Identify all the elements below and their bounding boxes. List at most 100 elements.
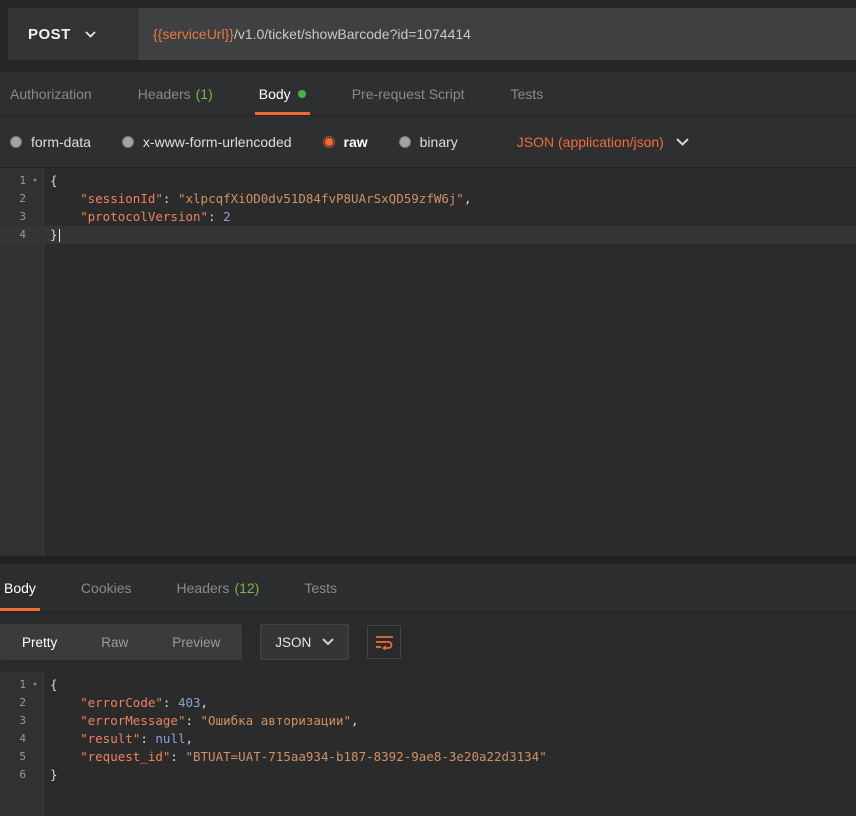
view-preview-button[interactable]: Preview bbox=[150, 624, 242, 660]
radio-icon bbox=[398, 135, 411, 148]
seg-label: Pretty bbox=[22, 634, 58, 650]
tab-label: Body bbox=[4, 579, 36, 596]
radio-icon bbox=[10, 135, 22, 148]
content-type-label: JSON (application/json) bbox=[516, 133, 664, 150]
radio-raw[interactable]: raw bbox=[322, 134, 368, 150]
code-text: "result": null, bbox=[80, 731, 194, 746]
tab-tests[interactable]: Tests bbox=[511, 72, 544, 115]
line-number: 4 bbox=[19, 732, 26, 745]
response-body-editor[interactable]: 1 ▾ {2 "errorCode": 403, 3 "errorMessage": … bbox=[0, 672, 856, 816]
code-line: 6} bbox=[0, 766, 856, 784]
radio-label: binary bbox=[419, 133, 458, 150]
radio-binary[interactable]: binary bbox=[398, 133, 458, 150]
view-pretty-button[interactable]: Pretty bbox=[0, 624, 79, 660]
postman-window: POST {{serviceUrl}}/v1.0/ticket/showBarc… bbox=[0, 0, 856, 816]
url-variable: {{serviceUrl}} bbox=[153, 26, 234, 42]
response-tab-cookies[interactable]: Cookies bbox=[81, 564, 132, 611]
headers-count-badge: (12) bbox=[234, 579, 260, 596]
code-text: "request_id": "BTUAT=UAT-715aa934-b187-8… bbox=[80, 749, 547, 764]
top-strip bbox=[0, 0, 856, 8]
code-line: 2 "errorCode": 403, bbox=[0, 694, 856, 712]
tab-label: Tests bbox=[304, 579, 338, 596]
radio-selected-icon bbox=[322, 135, 335, 148]
headers-count-badge: (1) bbox=[195, 85, 213, 102]
content-type-dropdown[interactable]: JSON (application/json) bbox=[517, 134, 689, 150]
tab-label: Authorization bbox=[10, 85, 92, 102]
line-number: 2 bbox=[19, 192, 26, 205]
url-path: /v1.0/ticket/showBarcode?id=1074414 bbox=[233, 26, 471, 42]
chevron-down-icon bbox=[676, 137, 689, 146]
response-toolbar: Pretty Raw Preview JSON bbox=[0, 612, 856, 672]
text-cursor bbox=[58, 229, 60, 242]
code-line: 1 ▾ { bbox=[0, 676, 856, 694]
tab-label: Tests bbox=[510, 85, 544, 102]
response-tabs: Body Cookies Headers (12) Tests bbox=[0, 564, 856, 612]
radio-icon bbox=[121, 135, 134, 148]
code-line: 3 "protocolVersion": 2 bbox=[0, 208, 856, 226]
seg-label: Preview bbox=[172, 634, 221, 650]
code-text: { bbox=[50, 173, 58, 188]
code-text: "protocolVersion": 2 bbox=[80, 209, 231, 224]
tab-label: Pre-request Script bbox=[351, 85, 465, 102]
fold-arrow-icon[interactable]: ▾ bbox=[26, 172, 44, 190]
body-type-bar: form-data x-www-form-urlencoded raw bina… bbox=[0, 116, 856, 168]
code-text: "errorCode": 403, bbox=[80, 695, 209, 710]
tab-label: Headers bbox=[176, 579, 230, 596]
line-number: 2 bbox=[19, 696, 26, 709]
line-number: 3 bbox=[19, 714, 26, 727]
response-tab-tests[interactable]: Tests bbox=[304, 564, 337, 611]
code-text: } bbox=[50, 227, 60, 242]
code-text: "sessionId": "xlpcqfXiOD0dv51D84fvP8UArS… bbox=[80, 191, 472, 206]
code-text: "errorMessage": "Ошибка авторизации", bbox=[80, 713, 359, 728]
line-number: 1 bbox=[19, 678, 26, 691]
code-text: { bbox=[50, 677, 58, 692]
line-number: 1 bbox=[19, 174, 26, 187]
tab-body[interactable]: Body bbox=[254, 72, 310, 115]
response-tab-headers[interactable]: Headers (12) bbox=[177, 564, 260, 611]
view-mode-switch: Pretty Raw Preview bbox=[0, 624, 243, 660]
seg-label: Raw bbox=[101, 634, 129, 650]
tab-authorization[interactable]: Authorization bbox=[10, 72, 92, 115]
url-input[interactable]: {{serviceUrl}}/v1.0/ticket/showBarcode?i… bbox=[138, 8, 856, 60]
line-number: 6 bbox=[19, 768, 26, 781]
code-line: 4} bbox=[0, 226, 856, 244]
chevron-down-icon bbox=[322, 638, 335, 646]
method-label: POST bbox=[28, 25, 71, 43]
request-url-bar: POST {{serviceUrl}}/v1.0/ticket/showBarc… bbox=[8, 8, 856, 60]
tab-label: Cookies bbox=[80, 579, 132, 596]
section-divider bbox=[0, 556, 856, 564]
line-number: 3 bbox=[19, 210, 26, 223]
request-tabs: Authorization Headers (1) Body Pre-reque… bbox=[0, 72, 856, 116]
response-tab-body[interactable]: Body bbox=[0, 564, 40, 611]
code-text: } bbox=[50, 767, 58, 782]
request-body-editor[interactable]: 1 ▾ {2 "sessionId": "xlpcqfXiOD0dv51D84fvP… bbox=[0, 168, 856, 556]
code-line: 5 "request_id": "BTUAT=UAT-715aa934-b187… bbox=[0, 748, 856, 766]
radio-urlencoded[interactable]: x-www-form-urlencoded bbox=[121, 134, 292, 150]
code-line: 1 ▾ { bbox=[0, 172, 856, 190]
fold-arrow-icon[interactable]: ▾ bbox=[26, 676, 44, 694]
chevron-down-icon bbox=[85, 30, 96, 38]
method-dropdown[interactable]: POST bbox=[8, 8, 138, 60]
wrap-text-icon bbox=[375, 634, 394, 650]
code-line: 2 "sessionId": "xlpcqfXiOD0dv51D84fvP8UA… bbox=[0, 190, 856, 208]
line-number: 5 bbox=[19, 750, 26, 763]
response-code-lines: 1 ▾ {2 "errorCode": 403, 3 "errorMessage": … bbox=[0, 672, 856, 784]
radio-form-data[interactable]: form-data bbox=[10, 134, 91, 150]
view-raw-button[interactable]: Raw bbox=[79, 624, 150, 660]
wrap-text-button[interactable] bbox=[367, 625, 402, 659]
body-present-dot-icon bbox=[297, 89, 306, 98]
line-number: 4 bbox=[19, 228, 26, 241]
tab-headers[interactable]: Headers (1) bbox=[138, 72, 213, 115]
format-label: JSON bbox=[275, 634, 312, 650]
response-format-dropdown[interactable]: JSON bbox=[260, 624, 350, 660]
tab-label: Body bbox=[258, 85, 291, 102]
tab-pre-request-script[interactable]: Pre-request Script bbox=[352, 72, 465, 115]
